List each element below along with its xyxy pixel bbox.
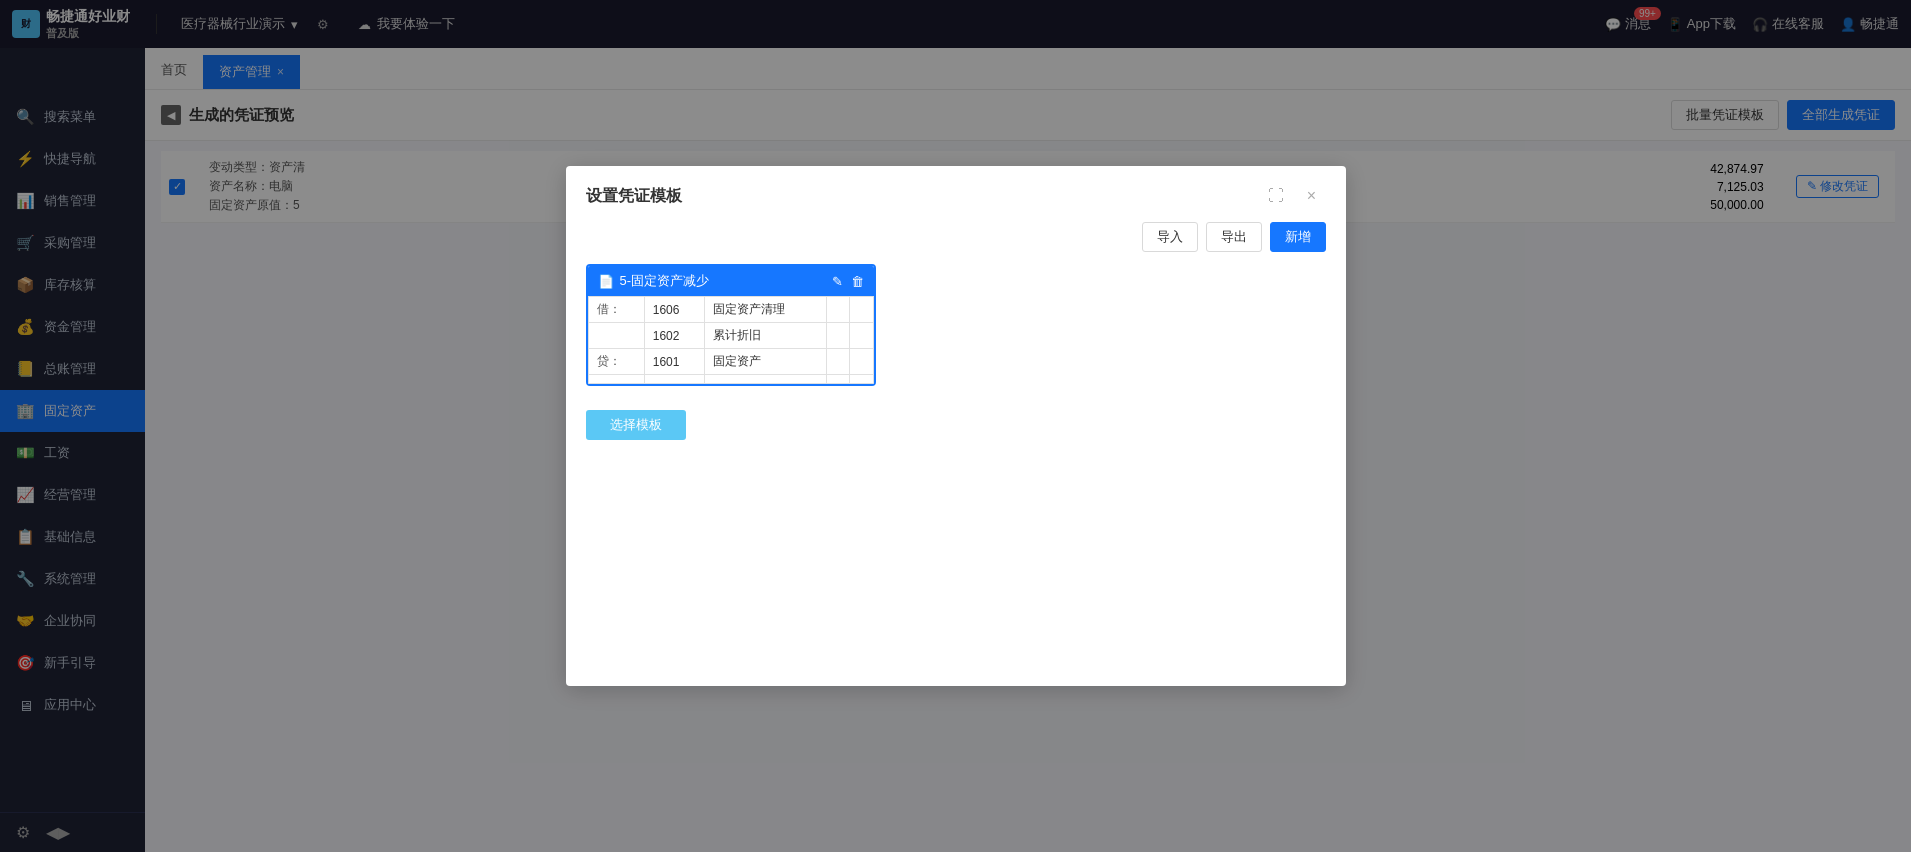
modal-overlay: 设置凭证模板 ⛶ × 导入 导出 新增 — [145, 90, 1911, 852]
modal-title: 设置凭证模板 — [586, 186, 1262, 207]
template-table: 借： 1606 固定资产清理 — [588, 296, 874, 384]
content-body: ◀ 生成的凭证预览 批量凭证模板 全部生成凭证 — [145, 90, 1911, 852]
template-name-4 — [704, 375, 826, 384]
template-delete-button[interactable]: 🗑 — [851, 274, 864, 289]
template-col3-3 — [826, 349, 849, 375]
window-controls: ⛶ × — [1262, 182, 1326, 210]
template-col3-1 — [826, 297, 849, 323]
template-side-1: 借： — [588, 297, 644, 323]
content-area: 首页 资产管理 × ◀ 生成的凭证预览 — [145, 48, 1911, 852]
template-col4-4 — [850, 375, 873, 384]
export-button[interactable]: 导出 — [1206, 222, 1262, 252]
close-modal-button[interactable]: × — [1298, 182, 1326, 210]
template-row-3: 贷： 1601 固定资产 — [588, 349, 873, 375]
template-col3-4 — [826, 375, 849, 384]
select-template-area: 选择模板 — [586, 398, 1326, 440]
modal-body: 📄 5-固定资产减少 ✎ 🗑 — [566, 264, 1346, 460]
template-code-3: 1601 — [644, 349, 704, 375]
template-name-3: 固定资产 — [704, 349, 826, 375]
select-template-button[interactable]: 选择模板 — [586, 410, 686, 440]
template-card-actions: ✎ 🗑 — [832, 274, 864, 289]
template-edit-button[interactable]: ✎ — [832, 274, 843, 289]
modal-dialog: 设置凭证模板 ⛶ × 导入 导出 新增 — [566, 166, 1346, 686]
template-card-title-area: 📄 5-固定资产减少 — [598, 272, 710, 290]
import-button[interactable]: 导入 — [1142, 222, 1198, 252]
main-area: 🔍 搜索菜单 ⚡ 快捷导航 📊 销售管理 🛒 采购管理 📦 库存核算 — [0, 48, 1911, 852]
template-card-name: 5-固定资产减少 — [620, 272, 710, 290]
template-col4-2 — [850, 323, 873, 349]
template-code-4 — [644, 375, 704, 384]
template-doc-icon: 📄 — [598, 274, 614, 289]
template-name-1: 固定资产清理 — [704, 297, 826, 323]
template-row-4 — [588, 375, 873, 384]
template-side-4 — [588, 375, 644, 384]
template-col4-3 — [850, 349, 873, 375]
template-col3-2 — [826, 323, 849, 349]
template-row-1: 借： 1606 固定资产清理 — [588, 297, 873, 323]
template-card: 📄 5-固定资产减少 ✎ 🗑 — [586, 264, 876, 386]
modal-header: 设置凭证模板 ⛶ × — [566, 166, 1346, 210]
template-code-2: 1602 — [644, 323, 704, 349]
template-side-3: 贷： — [588, 349, 644, 375]
template-side-2 — [588, 323, 644, 349]
template-code-1: 1606 — [644, 297, 704, 323]
template-name-2: 累计折旧 — [704, 323, 826, 349]
template-card-body: 借： 1606 固定资产清理 — [588, 296, 874, 384]
expand-icon[interactable]: ⛶ — [1262, 182, 1290, 210]
new-template-button[interactable]: 新增 — [1270, 222, 1326, 252]
template-card-header: 📄 5-固定资产减少 ✎ 🗑 — [588, 266, 874, 296]
modal-toolbar: 导入 导出 新增 — [566, 210, 1346, 264]
template-row-2: 1602 累计折旧 — [588, 323, 873, 349]
template-col4-1 — [850, 297, 873, 323]
